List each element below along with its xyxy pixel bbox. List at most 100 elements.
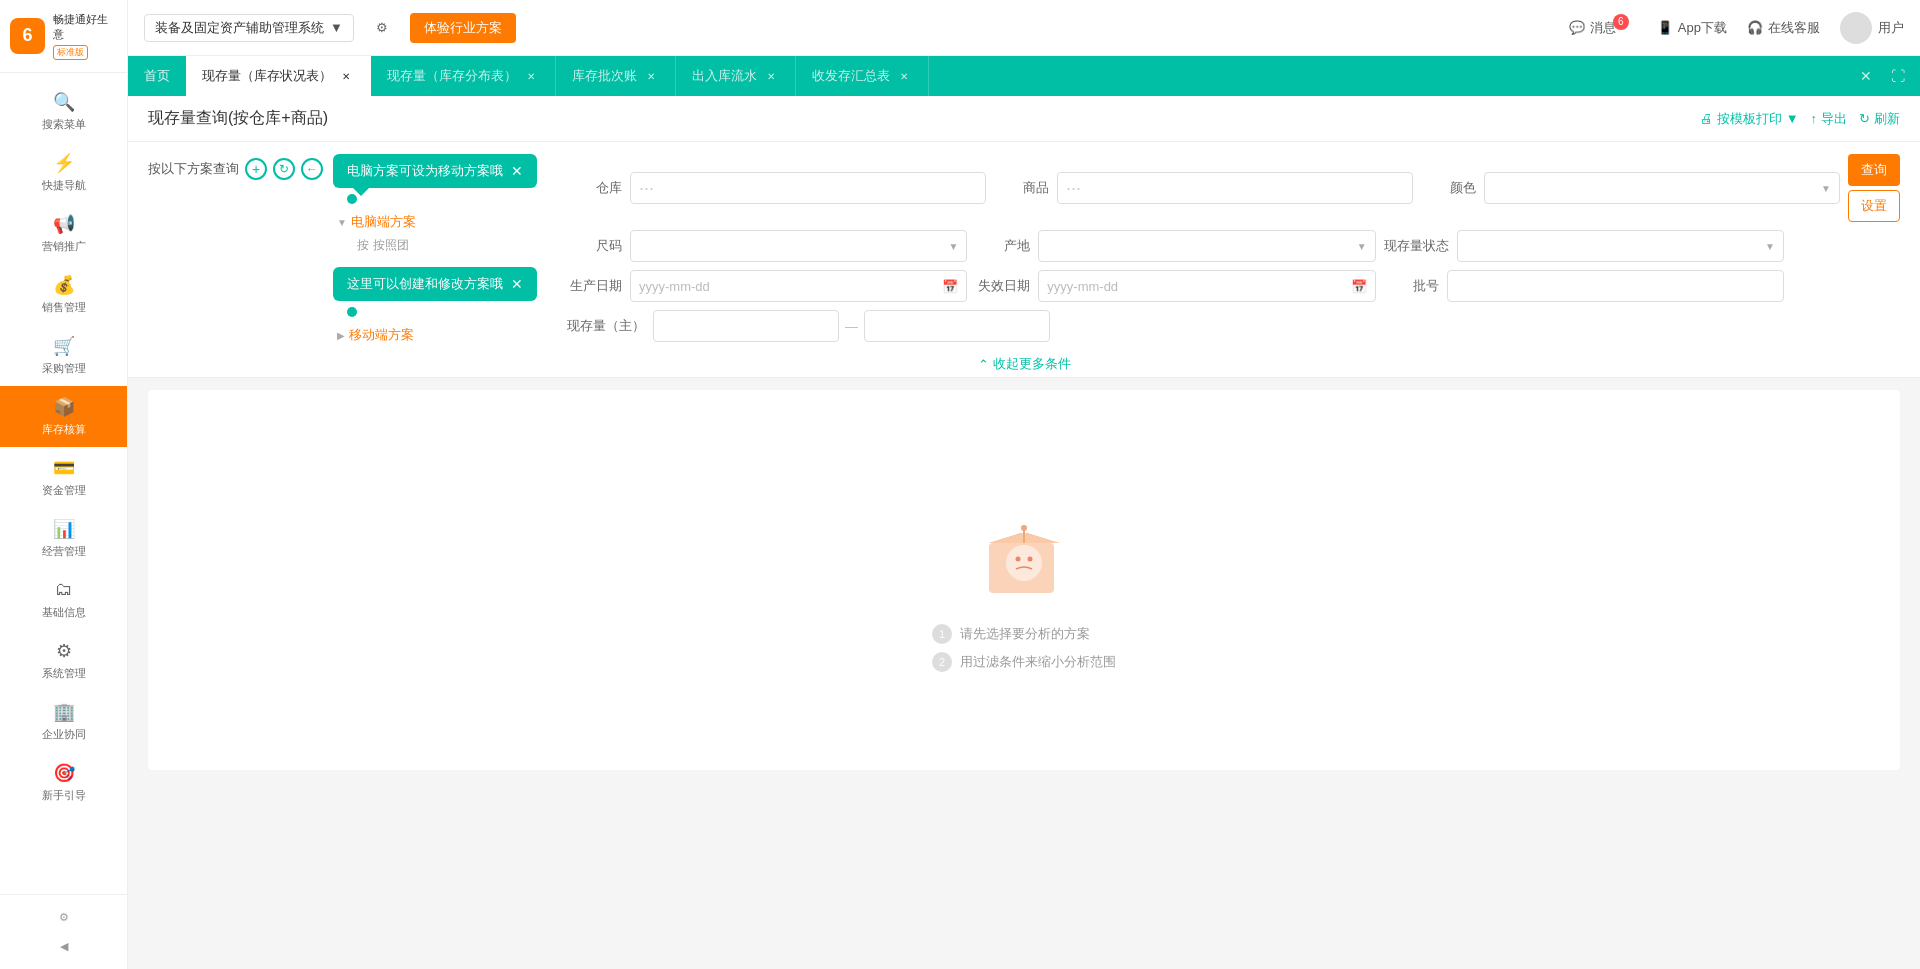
- sidebar-item-finance[interactable]: 💳 资金管理: [0, 447, 127, 508]
- sidebar-nav: 🔍 搜索菜单 ⚡ 快捷导航 📢 营销推广 💰 销售管理 🛒 采购管理 📦 库存核…: [0, 73, 127, 894]
- tab-inout-flow[interactable]: 出入库流水 ✕: [676, 56, 796, 96]
- data-area: 1 请先选择要分析的方案 2 用过滤条件来缩小分析范围: [148, 390, 1900, 770]
- base-icon: 🗂: [53, 579, 75, 601]
- sidebar-logo: 6 畅捷通好生意 标准版: [0, 0, 127, 73]
- system-name: 装备及固定资产辅助管理系统: [155, 19, 324, 37]
- add-scheme-btn[interactable]: +: [245, 158, 267, 180]
- stock-status-select[interactable]: ▼: [1457, 230, 1784, 262]
- tab-close-all-btn[interactable]: ✕: [1852, 62, 1880, 90]
- tab-inventory-dist[interactable]: 现存量（库存分布表） ✕: [371, 56, 556, 96]
- reset-btn[interactable]: 设置: [1848, 190, 1900, 222]
- tab-close-inventory-dist[interactable]: ✕: [523, 68, 539, 84]
- tab-close-inventory-status[interactable]: ✕: [338, 68, 354, 84]
- message-btn[interactable]: 💬 消息 6: [1569, 19, 1637, 37]
- filter-section: 按以下方案查询 + ↻ ← 电脑方案可设为移动方案哦 ✕: [128, 142, 1920, 378]
- tab-maximize-btn[interactable]: ⛶: [1884, 62, 1912, 90]
- sidebar-item-base[interactable]: 🗂 基础信息: [0, 569, 127, 630]
- page-content: 现存量查询(按仓库+商品) 🖨 按模板打印 ▼ ↑ 导出 ↻ 刷新: [128, 96, 1920, 969]
- search-btn[interactable]: 查询: [1848, 154, 1900, 186]
- size-select[interactable]: ▼: [630, 230, 967, 262]
- prod-date-placeholder: yyyy-mm-dd: [639, 279, 710, 294]
- empty-state: 1 请先选择要分析的方案 2 用过滤条件来缩小分析范围: [932, 488, 1116, 672]
- connector-dot2: [347, 307, 357, 317]
- prod-date-icon: 📅: [942, 279, 958, 294]
- sidebar-item-marketing[interactable]: 📢 营销推广: [0, 203, 127, 264]
- tab-inventory-status[interactable]: 现存量（库存状况表） ✕: [186, 56, 371, 96]
- arrow-scheme-btn[interactable]: ←: [301, 158, 323, 180]
- exp-date-input[interactable]: yyyy-mm-dd 📅: [1038, 270, 1375, 302]
- prod-date-label: 生产日期: [567, 277, 622, 295]
- prod-date-input[interactable]: yyyy-mm-dd 📅: [630, 270, 967, 302]
- empty-steps: 1 请先选择要分析的方案 2 用过滤条件来缩小分析范围: [932, 624, 1116, 672]
- service-icon: 🎧: [1747, 20, 1763, 35]
- color-select[interactable]: ▼: [1484, 172, 1840, 204]
- collapse-btn[interactable]: ⌃ 收起更多条件: [128, 347, 1920, 377]
- svg-point-4: [1006, 545, 1042, 581]
- app-download-btn[interactable]: 📱 App下载: [1657, 19, 1727, 37]
- sidebar-item-sales[interactable]: 💰 销售管理: [0, 264, 127, 325]
- stock-qty-from[interactable]: [653, 310, 839, 342]
- exp-date-placeholder: yyyy-mm-dd: [1047, 279, 1118, 294]
- tab-home[interactable]: 首页: [128, 56, 186, 96]
- sidebar-item-system[interactable]: ⚙ 系统管理: [0, 630, 127, 691]
- quicknav-icon: ⚡: [53, 152, 75, 174]
- tab-collect-summary[interactable]: 收发存汇总表 ✕: [796, 56, 929, 96]
- sidebar-collapse-btn[interactable]: ◀: [0, 932, 127, 961]
- tooltip2-close-btn[interactable]: ✕: [511, 276, 523, 292]
- collapse-up-icon: ⌃: [978, 357, 989, 372]
- sidebar-bottom: ⚙ ◀: [0, 894, 127, 969]
- app-header: 装备及固定资产辅助管理系统 ▼ ⚙ 体验行业方案 💬 消息 6 📱 App下载 …: [128, 0, 1920, 56]
- warehouse-select[interactable]: ···: [630, 172, 986, 204]
- origin-select[interactable]: ▼: [1038, 230, 1375, 262]
- tab-close-collect-summary[interactable]: ✕: [896, 68, 912, 84]
- sidebar-item-inventory[interactable]: 📦 库存核算: [0, 386, 127, 447]
- goods-select[interactable]: ···: [1057, 172, 1413, 204]
- mobile-icon: 📱: [1657, 20, 1673, 35]
- user-label: 用户: [1878, 19, 1904, 37]
- exp-date-label: 失效日期: [975, 277, 1030, 295]
- sidebar-item-search[interactable]: 🔍 搜索菜单: [0, 81, 127, 142]
- tab-close-inout-flow[interactable]: ✕: [763, 68, 779, 84]
- origin-label: 产地: [975, 237, 1030, 255]
- system-selector[interactable]: 装备及固定资产辅助管理系统 ▼: [144, 14, 354, 42]
- collapse-icon: ◀: [60, 940, 68, 953]
- scheme-tree-pc[interactable]: ▼ 电脑端方案: [337, 210, 537, 234]
- goods-label: 商品: [994, 179, 1049, 197]
- online-service-btn[interactable]: 🎧 在线客服: [1747, 19, 1820, 37]
- page-title: 现存量查询(按仓库+商品): [148, 108, 328, 129]
- tab-batch-account[interactable]: 库存批次账 ✕: [556, 56, 676, 96]
- system-icon: ⚙: [53, 640, 75, 662]
- tab-close-batch-account[interactable]: ✕: [643, 68, 659, 84]
- main-content: 装备及固定资产辅助管理系统 ▼ ⚙ 体验行业方案 💬 消息 6 📱 App下载 …: [128, 0, 1920, 969]
- scheme-tree-mobile[interactable]: ▶ 移动端方案: [333, 323, 537, 347]
- stock-status-arrow: ▼: [1765, 241, 1775, 252]
- refresh-scheme-btn[interactable]: ↻: [273, 158, 295, 180]
- refresh-btn[interactable]: ↻ 刷新: [1859, 110, 1900, 128]
- warehouse-label: 仓库: [567, 179, 622, 197]
- export-btn[interactable]: ↑ 导出: [1811, 110, 1848, 128]
- sidebar-item-enterprise[interactable]: 🏢 企业协同: [0, 691, 127, 752]
- query-btn-group: 查询 设置: [1848, 154, 1900, 222]
- sidebar: 6 畅捷通好生意 标准版 🔍 搜索菜单 ⚡ 快捷导航 📢 营销推广 💰 销售管理…: [0, 0, 128, 969]
- purchase-icon: 🛒: [53, 335, 75, 357]
- batch-no-input[interactable]: [1447, 270, 1784, 302]
- search-icon: 🔍: [53, 91, 75, 113]
- stock-qty-to[interactable]: [864, 310, 1050, 342]
- sidebar-settings-btn[interactable]: ⚙: [0, 903, 127, 932]
- industry-btn[interactable]: 体验行业方案: [410, 13, 516, 43]
- tooltip1-close-btn[interactable]: ✕: [511, 163, 523, 179]
- range-sep: —: [845, 319, 858, 334]
- sidebar-item-guide[interactable]: 🎯 新手引导: [0, 752, 127, 813]
- sidebar-item-purchase[interactable]: 🛒 采购管理: [0, 325, 127, 386]
- tooltip-create-scheme: 这里可以创建和修改方案哦 ✕: [333, 267, 537, 301]
- brand-badge: 标准版: [53, 45, 88, 60]
- print-arrow-icon: ▼: [1786, 111, 1799, 126]
- sidebar-item-quicknav[interactable]: ⚡ 快捷导航: [0, 142, 127, 203]
- sidebar-item-operations[interactable]: 📊 经营管理: [0, 508, 127, 569]
- template-print-btn[interactable]: 🖨 按模板打印 ▼: [1700, 110, 1799, 128]
- header-settings-btn[interactable]: ⚙: [366, 12, 398, 44]
- gear-icon: ⚙: [376, 20, 388, 35]
- scheme-tree-sub[interactable]: 按 按照团: [337, 234, 537, 257]
- refresh-icon: ↻: [1859, 111, 1870, 126]
- user-area[interactable]: 用户: [1840, 12, 1904, 44]
